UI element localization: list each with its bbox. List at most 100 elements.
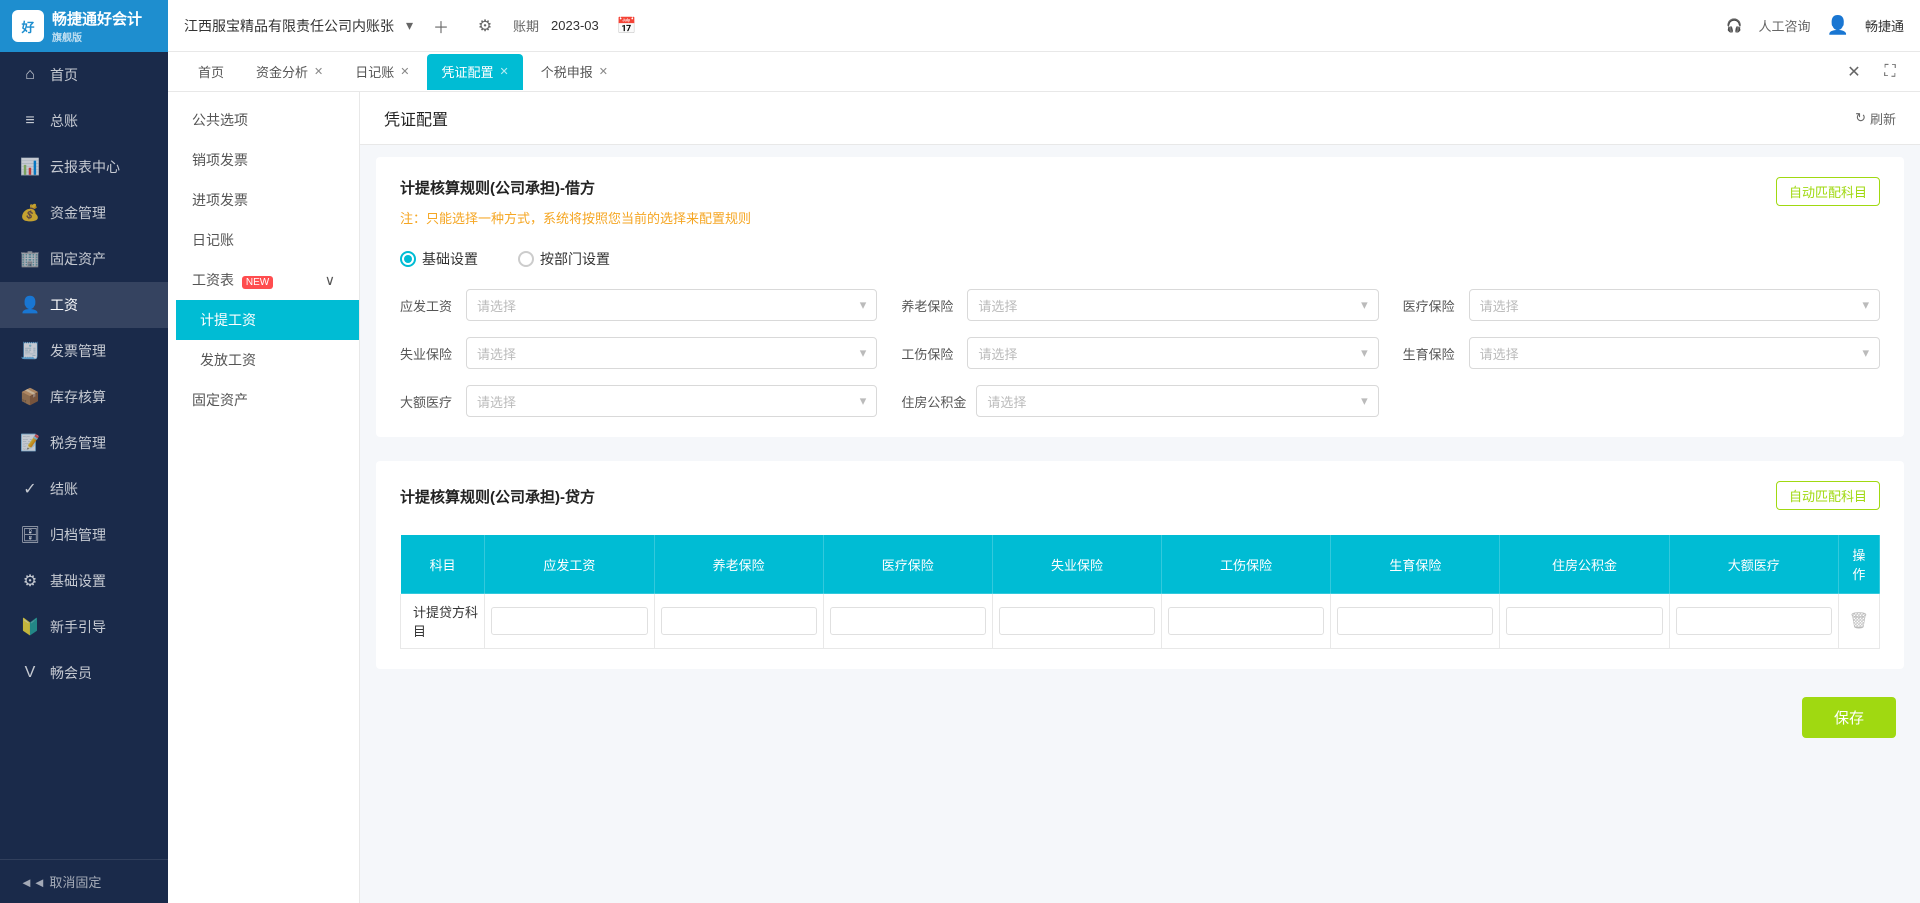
maternity-arrow: ▾ xyxy=(1862,345,1869,361)
salary-icon: 👤 xyxy=(20,295,40,315)
form-item-big-medical: 大额医疗 请选择 ▾ xyxy=(400,385,877,417)
sidebar-item-settings[interactable]: ⚙ 基础设置 xyxy=(0,558,168,604)
pension-select[interactable]: 请选择 ▾ xyxy=(967,289,1378,321)
sidebar-item-inventory[interactable]: 📦 库存核算 xyxy=(0,374,168,420)
sidebar-item-assets[interactable]: 🏢 固定资产 xyxy=(0,236,168,282)
apply-salary-select[interactable]: 请选择 ▾ xyxy=(466,289,877,321)
close-tab-journal[interactable]: ✕ xyxy=(400,65,409,78)
col-work-injury: 工伤保险 xyxy=(1162,535,1331,594)
sidebar-item-home[interactable]: ⌂ 首页 xyxy=(0,52,168,98)
calendar-icon[interactable]: 📅 xyxy=(611,10,643,42)
medical-select[interactable]: 请选择 ▾ xyxy=(1469,289,1880,321)
menu-item-public[interactable]: 公共选项 xyxy=(168,100,359,140)
section-debit: 计提核算规则(公司承担)-借方 注：只能选择一种方式，系统将按照您当前的选择来配… xyxy=(376,157,1904,437)
auto-match-btn-credit[interactable]: 自动匹配科目 xyxy=(1776,481,1880,510)
tab-capital[interactable]: 资金分析 ✕ xyxy=(242,54,337,90)
section2-title: 计提核算规则(公司承担)-贷方 xyxy=(400,486,595,507)
work-injury-label: 工伤保险 xyxy=(901,344,957,363)
sidebar-item-ledger[interactable]: ≡ 总账 xyxy=(0,98,168,144)
save-button[interactable]: 保存 xyxy=(1802,697,1896,738)
cancel-pin[interactable]: ◄◄ 取消固定 xyxy=(0,859,168,903)
refresh-button[interactable]: ↻ 刷新 xyxy=(1855,109,1896,128)
sidebar-item-guide[interactable]: 🔰 新手引导 xyxy=(0,604,168,650)
menu-item-fixed-assets[interactable]: 固定资产 xyxy=(168,380,359,420)
housing-arrow: ▾ xyxy=(1361,393,1368,409)
add-button[interactable]: ＋ xyxy=(425,10,457,42)
tab-journal[interactable]: 日记账 ✕ xyxy=(341,54,423,90)
settings-gear-button[interactable]: ⚙ xyxy=(469,10,501,42)
menu-item-salary-table[interactable]: 工资表 NEW ∨ xyxy=(168,260,359,300)
tab-voucher[interactable]: 凭证配置 ✕ xyxy=(427,54,522,90)
save-area: 保存 xyxy=(360,681,1920,754)
maternity-select[interactable]: 请选择 ▾ xyxy=(1469,337,1880,369)
input-medical[interactable] xyxy=(830,607,986,635)
sidebar-item-salary[interactable]: 👤 工资 xyxy=(0,282,168,328)
radio-dept[interactable]: 按部门设置 xyxy=(518,249,610,269)
sidebar-item-tax[interactable]: 📝 税务管理 xyxy=(0,420,168,466)
input-apply-salary[interactable] xyxy=(491,607,647,635)
menu-item-purchase[interactable]: 进项发票 xyxy=(168,180,359,220)
menu-item-calc-salary[interactable]: 计提工资 xyxy=(176,300,359,340)
table-row: 计提贷方科目 🗑 xyxy=(401,594,1880,649)
col-action: 操作 xyxy=(1838,535,1879,594)
sidebar-item-reports[interactable]: 📊 云报表中心 xyxy=(0,144,168,190)
main-panel: 凭证配置 ↻ 刷新 计提核算规则(公司承担)-借方 注：只能选择一种方式，系统将… xyxy=(360,92,1920,903)
tab-actions: ✕ ⛶ xyxy=(1840,58,1904,86)
sidebar-item-vip[interactable]: V 畅会员 xyxy=(0,650,168,696)
tab-home[interactable]: 首页 xyxy=(184,54,238,90)
salary-submenu: 计提工资 发放工资 xyxy=(168,300,359,380)
big-medical-select[interactable]: 请选择 ▾ xyxy=(466,385,877,417)
close-tab-voucher[interactable]: ✕ xyxy=(500,65,509,78)
radio-dept-circle xyxy=(518,251,534,267)
form-item-medical: 医疗保险 请选择 ▾ xyxy=(1403,289,1880,321)
delete-row-icon[interactable]: 🗑 xyxy=(1849,613,1869,630)
period-value[interactable]: 2023-03 xyxy=(551,18,599,33)
col-apply-salary: 应发工资 xyxy=(485,535,654,594)
new-badge: NEW xyxy=(242,276,273,289)
work-injury-arrow: ▾ xyxy=(1361,345,1368,361)
apply-salary-placeholder: 请选择 xyxy=(477,296,516,315)
sidebar-nav: ⌂ 首页 ≡ 总账 📊 云报表中心 💰 资金管理 🏢 固定资产 👤 工资 🧾 发… xyxy=(0,52,168,859)
maximize-button[interactable]: ⛶ xyxy=(1876,58,1904,86)
row-label: 计提贷方科目 xyxy=(401,594,485,649)
input-unemploy[interactable] xyxy=(999,607,1155,635)
tab-tax[interactable]: 个税申报 ✕ xyxy=(527,54,622,90)
close-tab-capital[interactable]: ✕ xyxy=(314,65,323,78)
dropdown-icon[interactable]: ▾ xyxy=(406,17,413,34)
menu-item-pay-salary[interactable]: 发放工资 xyxy=(176,340,359,380)
big-medical-label: 大额医疗 xyxy=(400,392,456,411)
sidebar-item-close[interactable]: ✓ 结账 xyxy=(0,466,168,512)
work-injury-select[interactable]: 请选择 ▾ xyxy=(967,337,1378,369)
maternity-label: 生育保险 xyxy=(1403,344,1459,363)
input-work-injury[interactable] xyxy=(1168,607,1324,635)
close-tab-tax[interactable]: ✕ xyxy=(599,65,608,78)
input-big-medical[interactable] xyxy=(1676,607,1832,635)
housing-select[interactable]: 请选择 ▾ xyxy=(976,385,1378,417)
sidebar-item-archive[interactable]: 🗄 归档管理 xyxy=(0,512,168,558)
menu-item-journal[interactable]: 日记账 xyxy=(168,220,359,260)
big-medical-placeholder: 请选择 xyxy=(477,392,516,411)
auto-match-btn-debit[interactable]: 自动匹配科目 xyxy=(1776,177,1880,206)
close-window-button[interactable]: ✕ xyxy=(1840,58,1868,86)
form-item-unemploy: 失业保险 请选择 ▾ xyxy=(400,337,877,369)
input-pension[interactable] xyxy=(661,607,817,635)
radio-basic[interactable]: 基础设置 xyxy=(400,249,478,269)
sidebar-item-invoice-mgr[interactable]: 🧾 发票管理 xyxy=(0,328,168,374)
service-label[interactable]: 人工咨询 xyxy=(1759,16,1811,35)
archive-icon: 🗄 xyxy=(20,525,40,545)
form-item-apply-salary: 应发工资 请选择 ▾ xyxy=(400,289,877,321)
col-pension: 养老保险 xyxy=(654,535,823,594)
table-header-row: 科目 应发工资 养老保险 医疗保险 失业保险 工伤保险 生育保险 住房公积金 大… xyxy=(401,535,1880,594)
app-name: 畅捷通好会计 xyxy=(52,8,142,29)
sidebar-item-capital[interactable]: 💰 资金管理 xyxy=(0,190,168,236)
input-housing[interactable] xyxy=(1506,607,1662,635)
menu-item-sales[interactable]: 销项发票 xyxy=(168,140,359,180)
credit-table: 科目 应发工资 养老保险 医疗保险 失业保险 工伤保险 生育保险 住房公积金 大… xyxy=(400,534,1880,649)
company-name[interactable]: 江西服宝精品有限责任公司内账张 xyxy=(184,16,394,36)
app-sub: 旗舰版 xyxy=(52,29,142,44)
apply-salary-arrow: ▾ xyxy=(860,297,867,313)
unemploy-select[interactable]: 请选择 ▾ xyxy=(466,337,877,369)
input-maternity[interactable] xyxy=(1337,607,1493,635)
unemploy-label: 失业保险 xyxy=(400,344,456,363)
assets-icon: 🏢 xyxy=(20,249,40,269)
